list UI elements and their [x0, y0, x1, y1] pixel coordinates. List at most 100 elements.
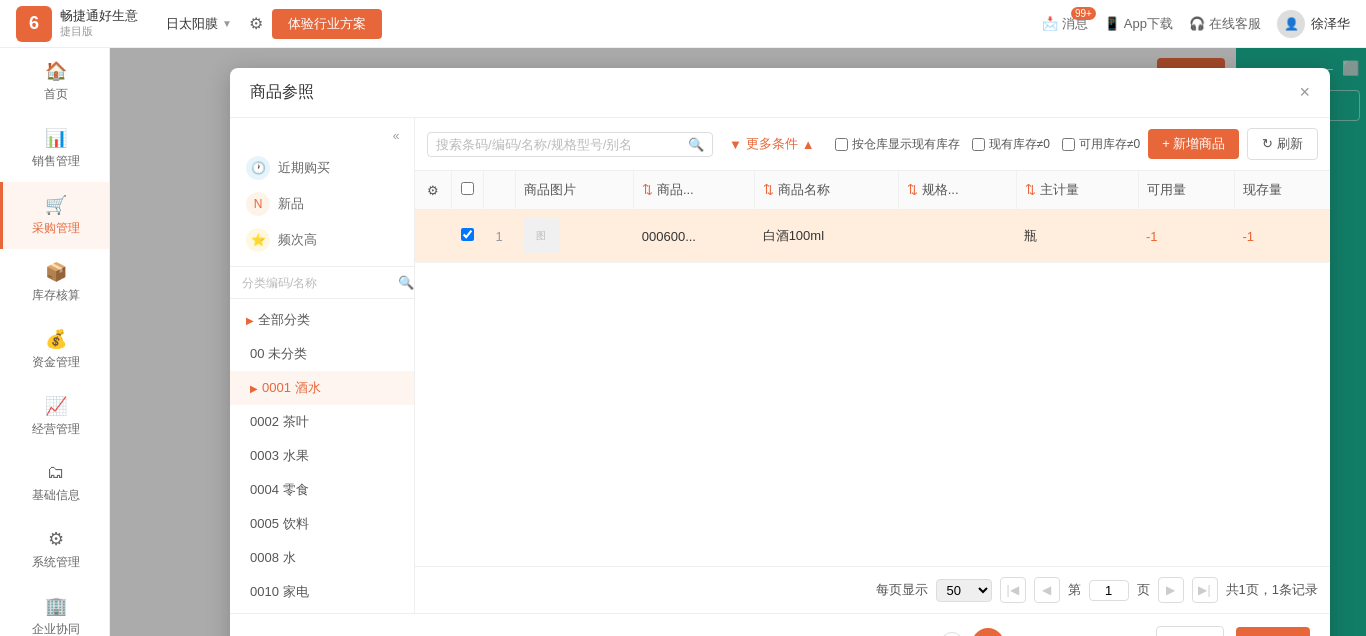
product-thumbnail: 图: [523, 218, 559, 254]
per-page-select[interactable]: 10 20 50 100: [936, 579, 992, 602]
cat-0004[interactable]: 0004 零食: [230, 473, 414, 507]
logo-name: 畅捷通好生意: [60, 8, 138, 25]
cat-0010[interactable]: 0010 家电: [230, 575, 414, 609]
filter-new[interactable]: N 新品: [238, 186, 406, 222]
main-layout: 🏠 首页 📊 销售管理 🛒 采购管理 📦 库存核算 💰 资金管理 📈 经营管理 …: [0, 48, 1366, 636]
more-filter-button[interactable]: ▼ 更多条件 ▲: [721, 131, 823, 157]
confirm-button[interactable]: 确定: [1236, 627, 1310, 636]
category-list: ▶ 全部分类 00 未分类 ▶ 0001 酒水 0002 茶叶: [230, 299, 414, 613]
sidebar-label-basic: 基础信息: [32, 487, 80, 504]
store-chevron-icon: ▼: [222, 18, 232, 29]
message-button[interactable]: 📩 消息 99+: [1042, 15, 1088, 33]
checkboxes: 按仓库显示现有库存 现有库存≠0 可用库存≠0: [835, 136, 1141, 153]
select-all-checkbox[interactable]: [461, 182, 474, 195]
cat-00[interactable]: 00 未分类: [230, 337, 414, 371]
basic-icon: 🗂: [47, 462, 65, 483]
pagination-bar: 每页显示 10 20 50 100 |◀ ◀ 第 页 ▶ ▶|: [415, 566, 1330, 613]
add-product-button[interactable]: + 新增商品: [1148, 129, 1239, 159]
sidebar-item-finance[interactable]: 💰 资金管理: [0, 316, 109, 383]
message-badge: 99+: [1071, 7, 1096, 20]
row-select-checkbox[interactable]: [461, 228, 474, 241]
filter-label: 更多条件: [746, 135, 798, 153]
store-selector[interactable]: 日太阳膜 ▼: [158, 11, 240, 37]
filter-icon: ▼: [729, 137, 742, 152]
category-search-icon[interactable]: 🔍: [398, 275, 414, 290]
category-search-input[interactable]: [242, 276, 392, 290]
settings-gear-button[interactable]: ⚙: [240, 8, 272, 40]
col-checkbox: [451, 171, 483, 210]
page-number-input[interactable]: [1089, 580, 1129, 601]
sidebar-label-enterprise: 企业协同: [32, 621, 80, 636]
freq-icon: ⭐: [246, 228, 270, 252]
home-icon: 🏠: [45, 60, 67, 82]
sidebar-item-sales[interactable]: 📊 销售管理: [0, 115, 109, 182]
cat-0008[interactable]: 0008 水: [230, 541, 414, 575]
cancel-button[interactable]: 取消: [1156, 626, 1224, 636]
page-first-button[interactable]: |◀: [1000, 577, 1026, 603]
sidebar-item-home[interactable]: 🏠 首页: [0, 48, 109, 115]
page-last-button[interactable]: ▶|: [1192, 577, 1218, 603]
new-icon: N: [246, 192, 270, 216]
product-search-input[interactable]: [436, 137, 682, 152]
per-page-label: 每页显示: [876, 581, 928, 599]
search-icon[interactable]: 🔍: [688, 137, 704, 152]
col-code[interactable]: ⇅ 商品...: [634, 171, 755, 210]
product-search-box: 🔍: [427, 132, 713, 157]
product-reference-modal: 商品参照 × « 🕐 近期购买 N: [230, 68, 1330, 636]
cat-0008-label: 0008 水: [250, 549, 296, 567]
col-settings[interactable]: ⚙: [415, 171, 451, 210]
page-prev-button[interactable]: ◀: [1034, 577, 1060, 603]
cat-0010-label: 0010 家电: [250, 583, 309, 601]
table-row[interactable]: 1 图 000600... 白酒100ml 瓶 -1 -1: [415, 210, 1330, 263]
user-info[interactable]: 👤 徐泽华: [1277, 10, 1350, 38]
filter-recent[interactable]: 🕐 近期购买: [238, 150, 406, 186]
checkbox-usable[interactable]: 可用库存≠0: [1062, 136, 1140, 153]
checkbox-available-input[interactable]: [972, 138, 985, 151]
online-service-label: 在线客服: [1209, 15, 1261, 33]
sidebar-item-enterprise[interactable]: 🏢 企业协同: [0, 583, 109, 636]
product-table: ⚙ 商品图片 ⇅ 商品...: [415, 171, 1330, 566]
cat-0001[interactable]: ▶ 0001 酒水: [230, 371, 414, 405]
refresh-button[interactable]: ↻ 刷新: [1247, 128, 1318, 160]
experience-button[interactable]: 体验行业方案: [272, 9, 382, 39]
cat-0002[interactable]: 0002 茶叶: [230, 405, 414, 439]
finance-icon: 💰: [45, 328, 67, 350]
sidebar-item-inventory[interactable]: 📦 库存核算: [0, 249, 109, 316]
modal-close-button[interactable]: ×: [1299, 82, 1310, 103]
row-settings: [415, 210, 451, 263]
cat-0005[interactable]: 0005 饮料: [230, 507, 414, 541]
col-num: [483, 171, 515, 210]
enterprise-icon: 🏢: [45, 595, 67, 617]
checkbox-usable-input[interactable]: [1062, 138, 1075, 151]
checkbox-available[interactable]: 现有库存≠0: [972, 136, 1050, 153]
username: 徐泽华: [1311, 15, 1350, 33]
col-unit[interactable]: ⇅ 主计量: [1016, 171, 1138, 210]
cat-all[interactable]: ▶ 全部分类: [230, 303, 414, 337]
sidebar-item-basic[interactable]: 🗂 基础信息: [0, 450, 109, 516]
help-icon[interactable]: ?: [940, 632, 964, 636]
checkbox-stock[interactable]: 按仓库显示现有库存: [835, 136, 960, 153]
cart-icon[interactable]: 🛒: [972, 628, 1004, 636]
filter-freq[interactable]: ⭐ 频次高: [238, 222, 406, 258]
col-spec[interactable]: ⇅ 规格...: [899, 171, 1017, 210]
cat-0003[interactable]: 0003 水果: [230, 439, 414, 473]
sidebar-item-system[interactable]: ⚙ 系统管理: [0, 516, 109, 583]
collapse-panel-button[interactable]: «: [386, 126, 406, 146]
app-download-button[interactable]: 📱 App下载: [1104, 15, 1173, 33]
sidebar: 🏠 首页 📊 销售管理 🛒 采购管理 📦 库存核算 💰 资金管理 📈 经营管理 …: [0, 48, 110, 636]
sidebar-label-finance: 资金管理: [32, 354, 80, 371]
sort-icon3: ⇅: [907, 182, 918, 197]
cat-0005-label: 0005 饮料: [250, 515, 309, 533]
category-panel: « 🕐 近期购买 N 新品 ⭐ 频次高: [230, 118, 415, 613]
row-checkbox[interactable]: [451, 210, 483, 263]
col-name[interactable]: ⇅ 商品名称: [755, 171, 899, 210]
sidebar-item-purchase[interactable]: 🛒 采购管理: [0, 182, 109, 249]
sort-icon4: ⇅: [1025, 182, 1036, 197]
checkbox-stock-input[interactable]: [835, 138, 848, 151]
row-code: 000600...: [634, 210, 755, 263]
product-toolbar: 🔍 ▼ 更多条件 ▲ 按仓库显示现有库存: [415, 118, 1330, 171]
online-service-button[interactable]: 🎧 在线客服: [1189, 15, 1261, 33]
page-next-button[interactable]: ▶: [1158, 577, 1184, 603]
sidebar-item-ops[interactable]: 📈 经营管理: [0, 383, 109, 450]
logo-sub: 捷目版: [60, 24, 138, 39]
